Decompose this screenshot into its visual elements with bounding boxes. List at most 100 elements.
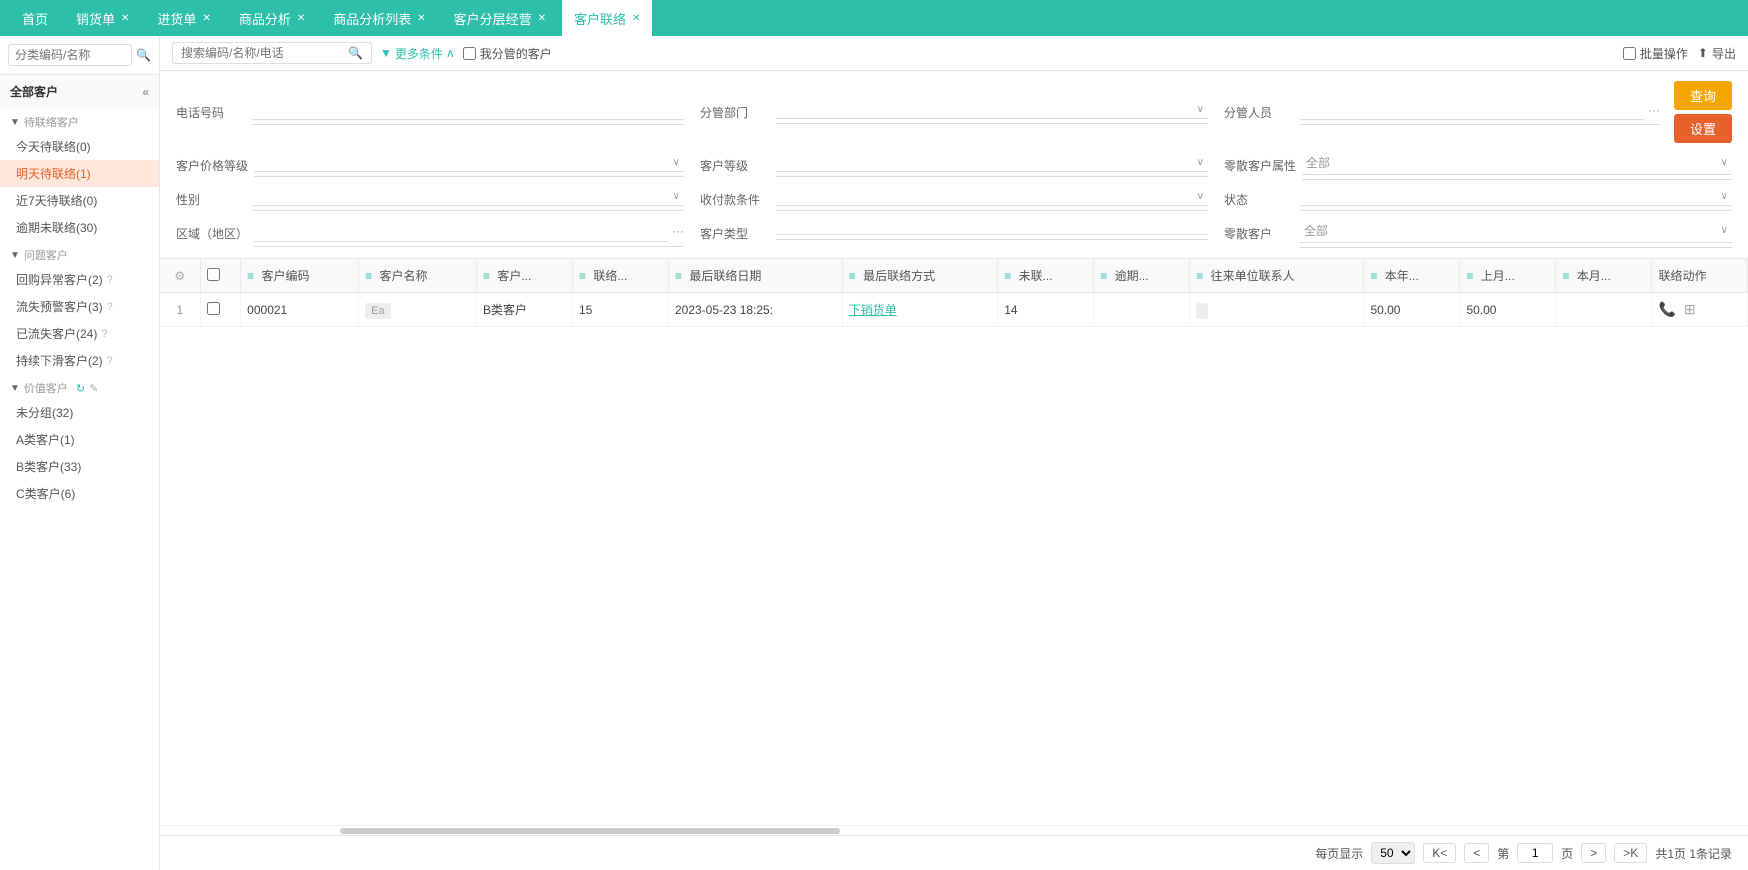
edit-icon[interactable]: ✎ [89, 382, 98, 395]
col-last-contact-method: ≡ 最后联络方式 [842, 259, 997, 293]
batch-op-btn[interactable]: 批量操作 [1623, 45, 1688, 62]
nav-home[interactable]: 首页 [10, 0, 60, 36]
customer-level-label: 客户等级 [700, 157, 770, 174]
horizontal-scrollbar[interactable] [160, 825, 1748, 835]
sidebar-item-b-class[interactable]: B类客户(33) [0, 453, 159, 480]
set-btn[interactable]: 设置 [1674, 114, 1732, 143]
sidebar: 🔍 全部客户 « ▼ 待联络客户 今天待联络(0) 明天待联络(1) 近7天待联… [0, 36, 160, 870]
nav-product-analysis[interactable]: 商品分析 ✕ [227, 0, 317, 36]
per-page-select[interactable]: 50 [1371, 842, 1415, 864]
chevron-down-icon: ∨ [1197, 191, 1204, 202]
my-customers-checkbox[interactable] [463, 47, 476, 60]
sidebar-item-a-class[interactable]: A类客户(1) [0, 426, 159, 453]
action-grid-icon[interactable]: ⊞ [1684, 301, 1696, 318]
sidebar-item-today[interactable]: 今天待联络(0) [0, 133, 159, 160]
sidebar-item-overdue[interactable]: 逾期未联络(30) [0, 214, 159, 241]
sidebar-item-declining[interactable]: 持续下滑客户(2) ? [0, 347, 159, 374]
page-number-input[interactable] [1517, 843, 1553, 863]
my-customers-filter: 我分管的客户 [463, 45, 552, 62]
more-conditions-btn[interactable]: ▼ 更多条件 ∧ [380, 45, 455, 62]
sidebar-search-icon[interactable]: 🔍 [136, 48, 151, 62]
gender-select[interactable]: ∨ [252, 188, 684, 206]
col-this-year: ≡ 本年... [1364, 259, 1460, 293]
table-settings-icon[interactable]: ⚙ [174, 269, 185, 283]
collapse-icon[interactable]: « [142, 85, 149, 99]
nav-customer-stratify[interactable]: 客户分层经营 ✕ [442, 0, 558, 36]
phone-input[interactable] [252, 99, 684, 120]
close-icon[interactable]: ✕ [202, 13, 210, 24]
filter-gender-row: 性别 ∨ [176, 188, 684, 211]
cell-no: 1 [160, 293, 200, 327]
scroll-thumb[interactable] [340, 828, 840, 834]
query-btn[interactable]: 查询 [1674, 81, 1732, 110]
filter-bar-right: 批量操作 ⬆ 导出 [1623, 45, 1736, 62]
filter-customer-type-row: 客户类型 [700, 219, 1208, 248]
filter-icon: ▼ [380, 46, 392, 60]
close-icon[interactable]: ✕ [417, 13, 425, 24]
col-sort-icon: ≡ [579, 269, 586, 283]
chevron-down-icon: ∨ [1197, 157, 1204, 168]
cell-last-month: 50.00 [1460, 293, 1556, 327]
next-page-btn[interactable]: > [1581, 843, 1606, 863]
first-page-btn[interactable]: K< [1423, 843, 1456, 863]
person-dots-icon[interactable]: ··· [1648, 103, 1660, 117]
sidebar-item-7days[interactable]: 近7天待联络(0) [0, 187, 159, 214]
customer-level-select[interactable]: ∨ [776, 154, 1208, 172]
filter-zero-customer-row: 零散客户 全部 ∨ [1224, 219, 1732, 248]
sidebar-item-c-class[interactable]: C类客户(6) [0, 480, 159, 507]
zero-attr-label: 零散客户属性 [1224, 157, 1296, 174]
select-all-checkbox[interactable] [207, 268, 220, 281]
region-input[interactable] [254, 221, 668, 242]
action-phone-icon[interactable]: 📞 [1658, 301, 1675, 318]
payment-select[interactable]: ∨ [776, 188, 1208, 206]
nav-sales-order[interactable]: 销货单 ✕ [64, 0, 141, 36]
dept-select[interactable]: ∨ [776, 101, 1208, 119]
cell-type: B类客户 [476, 293, 572, 327]
prev-page-btn[interactable]: < [1464, 843, 1489, 863]
sidebar-item-churn-warning[interactable]: 流失预警客户(3) ? [0, 293, 159, 320]
nav-product-analysis-list[interactable]: 商品分析列表 ✕ [321, 0, 437, 36]
zero-attr-select-area: 全部 ∨ [1302, 151, 1732, 180]
dept-select-area: ∨ [776, 101, 1208, 124]
close-icon[interactable]: ✕ [632, 13, 640, 24]
sidebar-item-tomorrow[interactable]: 明天待联络(1) [0, 160, 159, 187]
sidebar-search-input[interactable] [8, 44, 132, 66]
last-contact-method-link[interactable]: 下销货单 [849, 303, 897, 317]
status-select[interactable]: ∨ [1300, 188, 1732, 206]
filter-search-input[interactable] [181, 46, 348, 60]
price-level-select[interactable]: ∨ [254, 154, 684, 172]
nav-customer-contact[interactable]: 客户联络 ✕ [562, 0, 652, 36]
table-row: 1 000021 Ea B类客户 15 2023-05-23 18:25: 下销… [160, 293, 1748, 327]
chevron-down-icon: ∨ [1721, 191, 1728, 202]
customer-type-select[interactable] [776, 228, 1208, 235]
export-icon: ⬆ [1698, 46, 1708, 60]
filter-phone-row: 电话号码 [176, 81, 684, 143]
last-page-btn[interactable]: >K [1614, 843, 1647, 863]
zero-customer-select-area: 全部 ∨ [1300, 219, 1732, 248]
col-sort-icon: ≡ [1004, 269, 1011, 283]
sidebar-item-repurchase-abnormal[interactable]: 回购异常客户(2) ? [0, 266, 159, 293]
help-icon: ? [107, 355, 113, 367]
sidebar-item-churned[interactable]: 已流失客户(24) ? [0, 320, 159, 347]
problem-group-title: ▼ 问题客户 [0, 241, 159, 266]
row-checkbox[interactable] [207, 302, 220, 315]
filter-search-icon[interactable]: 🔍 [348, 46, 363, 60]
chevron-up-icon: ∧ [446, 46, 455, 60]
zero-customer-select[interactable]: 全部 ∨ [1300, 219, 1732, 243]
cell-last-contact-date: 2023-05-23 18:25: [668, 293, 842, 327]
export-btn[interactable]: ⬆ 导出 [1698, 45, 1736, 62]
person-input[interactable] [1300, 99, 1644, 120]
col-sort-icon: ≡ [675, 269, 682, 283]
refresh-icon[interactable]: ↻ [76, 382, 85, 395]
zero-attr-select[interactable]: 全部 ∨ [1302, 151, 1732, 175]
region-dots-icon[interactable]: ··· [672, 224, 684, 238]
sidebar-item-ungrouped[interactable]: 未分组(32) [0, 399, 159, 426]
close-icon[interactable]: ✕ [121, 13, 129, 24]
close-icon[interactable]: ✕ [538, 13, 546, 24]
col-code: ≡ 客户编码 [241, 259, 359, 293]
batch-op-checkbox[interactable] [1623, 47, 1636, 60]
cell-overdue [1094, 293, 1190, 327]
close-icon[interactable]: ✕ [297, 13, 305, 24]
region-label: 区域（地区） [176, 225, 248, 242]
nav-purchase-order[interactable]: 进货单 ✕ [145, 0, 222, 36]
